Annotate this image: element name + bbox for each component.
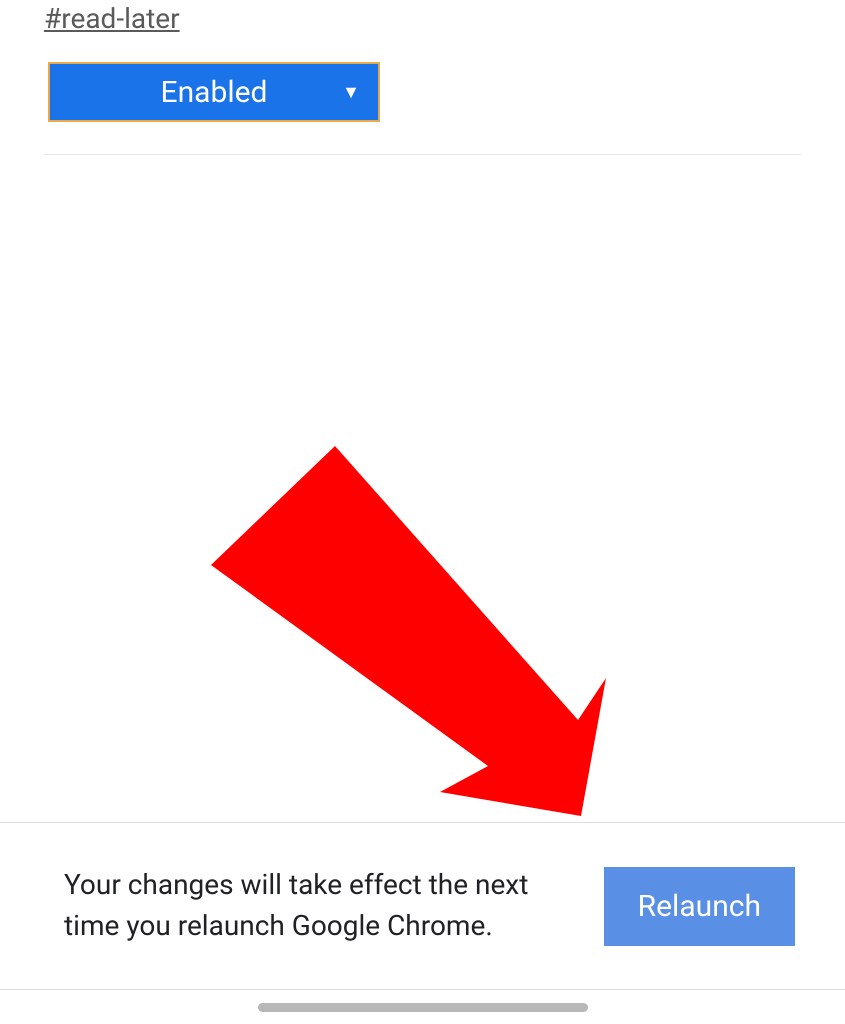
restart-notice-text: Your changes will take effect the next t… (64, 865, 544, 946)
arrow-annotation-icon (208, 446, 608, 820)
flag-anchor-link[interactable]: #read-later (44, 2, 180, 35)
restart-notice-bar: Your changes will take effect the next t… (0, 822, 845, 990)
chevron-down-icon: ▼ (342, 82, 360, 103)
flag-state-dropdown[interactable]: Enabled ▼ (48, 62, 380, 122)
relaunch-button[interactable]: Relaunch (604, 867, 795, 946)
home-indicator (258, 1003, 588, 1012)
dropdown-selected-label: Enabled (161, 75, 268, 110)
section-divider (44, 154, 801, 155)
